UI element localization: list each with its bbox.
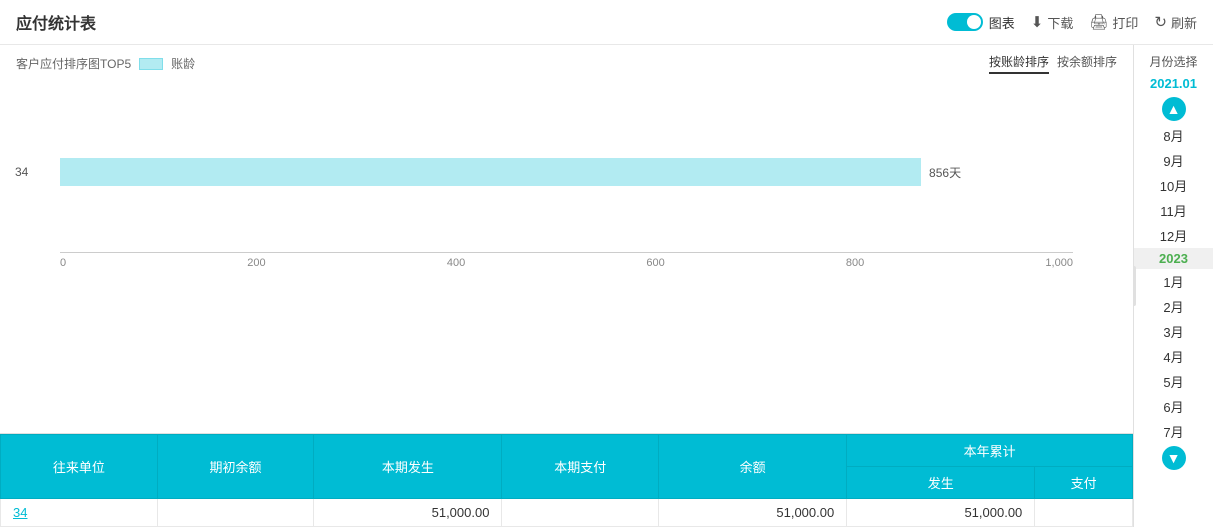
bar-end-label: 856天 bbox=[929, 164, 961, 181]
table-wrapper[interactable]: 往来单位 期初余额 本期发生 本期支付 余额 本年累计 发生 支付 bbox=[0, 434, 1133, 527]
sidebar-current: 2021.01 bbox=[1150, 76, 1197, 91]
sort-by-balance-button[interactable]: 按余额排序 bbox=[1057, 53, 1117, 74]
month-9[interactable]: 9月 bbox=[1134, 148, 1213, 173]
month-5[interactable]: 5月 bbox=[1134, 369, 1213, 394]
toggle-container: 图表 bbox=[947, 13, 1015, 32]
legend-label: 客户应付排序图TOP5 bbox=[16, 55, 131, 72]
x-tick-800: 800 bbox=[846, 257, 864, 269]
cell-pay bbox=[502, 499, 659, 527]
bar-label: 34 bbox=[15, 165, 28, 179]
col-unit: 往来单位 bbox=[1, 435, 158, 499]
nav-up-button[interactable]: ▲ bbox=[1162, 97, 1186, 121]
page-title: 应付统计表 bbox=[16, 10, 96, 34]
month-10[interactable]: 10月 bbox=[1134, 173, 1213, 198]
month-3[interactable]: 3月 bbox=[1134, 319, 1213, 344]
month-6[interactable]: 6月 bbox=[1134, 394, 1213, 419]
toggle-label: 图表 bbox=[989, 13, 1015, 32]
legend-box-label: 账龄 bbox=[171, 55, 195, 72]
col-opening: 期初余额 bbox=[157, 435, 314, 499]
cell-opening bbox=[157, 499, 314, 527]
x-tick-0: 0 bbox=[60, 257, 66, 269]
table-row: 34 51,000.00 51,000.00 51,000.00 bbox=[1, 499, 1133, 527]
chart-legend: 客户应付排序图TOP5 账龄 bbox=[16, 55, 195, 72]
page: 应付统计表 图表 ⬇ 下载 🖨 打印 ↻ 刷新 bbox=[0, 0, 1213, 527]
month-12[interactable]: 12月 bbox=[1134, 223, 1213, 248]
sort-by-amount-button[interactable]: 按账龄排序 bbox=[989, 53, 1049, 74]
cell-unit[interactable]: 34 bbox=[1, 499, 158, 527]
legend-box bbox=[139, 58, 163, 70]
chart-header: 客户应付排序图TOP5 账龄 按账龄排序 按余额排序 bbox=[0, 45, 1133, 82]
header: 应付统计表 图表 ⬇ 下载 🖨 打印 ↻ 刷新 bbox=[0, 0, 1213, 45]
month-8[interactable]: 8月 bbox=[1134, 123, 1213, 148]
sidebar-title: 月份选择 bbox=[1149, 53, 1197, 70]
col-balance: 余额 bbox=[659, 435, 847, 499]
cell-balance: 51,000.00 bbox=[659, 499, 847, 527]
header-actions: 图表 ⬇ 下载 🖨 打印 ↻ 刷新 bbox=[947, 13, 1197, 32]
cell-year-occur: 51,000.00 bbox=[847, 499, 1035, 527]
main-content: 客户应付排序图TOP5 账龄 按账龄排序 按余额排序 34 bbox=[0, 45, 1213, 527]
print-icon: 🖨 bbox=[1089, 13, 1108, 31]
sidebar: ▶ 月份选择 2021.01 ▲ 8月 9月 10月 11月 12月 2023 … bbox=[1133, 45, 1213, 527]
refresh-button[interactable]: ↻ 刷新 bbox=[1154, 13, 1197, 32]
col-year-pay: 支付 bbox=[1035, 467, 1133, 499]
x-tick-400: 400 bbox=[447, 257, 465, 269]
cell-year-pay bbox=[1035, 499, 1133, 527]
bar bbox=[60, 158, 921, 186]
print-button[interactable]: 🖨 打印 bbox=[1089, 13, 1138, 32]
sidebar-collapse-button[interactable]: ▶ bbox=[1133, 266, 1136, 306]
month-7[interactable]: 7月 bbox=[1134, 419, 1213, 444]
month-4[interactable]: 4月 bbox=[1134, 344, 1213, 369]
x-axis: 0 200 400 600 800 1,000 bbox=[60, 252, 1073, 269]
col-year-occur: 发生 bbox=[847, 467, 1035, 499]
refresh-icon: ↻ bbox=[1154, 13, 1167, 31]
col-year-group: 本年累计 bbox=[847, 435, 1133, 467]
x-tick-200: 200 bbox=[247, 257, 265, 269]
month-1[interactable]: 1月 bbox=[1134, 269, 1213, 294]
download-button[interactable]: ⬇ 下载 bbox=[1031, 13, 1074, 32]
chart-sort: 按账龄排序 按余额排序 bbox=[989, 53, 1117, 74]
download-icon: ⬇ bbox=[1031, 13, 1044, 31]
chart-area: 34 856天 0 200 400 600 800 1,000 bbox=[0, 82, 1133, 433]
chart-toggle[interactable] bbox=[947, 13, 983, 31]
nav-down-button[interactable]: ▼ bbox=[1162, 446, 1186, 470]
sidebar-nav: ▲ 8月 9月 10月 11月 12月 2023 1月 2月 3月 4月 5月 … bbox=[1134, 95, 1213, 472]
col-occur: 本期发生 bbox=[314, 435, 502, 499]
cell-occur: 51,000.00 bbox=[314, 499, 502, 527]
table-section: 往来单位 期初余额 本期发生 本期支付 余额 本年累计 发生 支付 bbox=[0, 433, 1133, 527]
year-marker: 2023 bbox=[1134, 248, 1213, 269]
x-tick-600: 600 bbox=[646, 257, 664, 269]
data-table: 往来单位 期初余额 本期发生 本期支付 余额 本年累计 发生 支付 bbox=[0, 434, 1133, 527]
month-list: 8月 9月 10月 11月 12月 2023 1月 2月 3月 4月 5月 6月… bbox=[1134, 123, 1213, 444]
x-tick-1000: 1,000 bbox=[1045, 257, 1073, 269]
chart-section: 客户应付排序图TOP5 账龄 按账龄排序 按余额排序 34 bbox=[0, 45, 1133, 527]
month-2[interactable]: 2月 bbox=[1134, 294, 1213, 319]
month-11[interactable]: 11月 bbox=[1134, 198, 1213, 223]
col-pay: 本期支付 bbox=[502, 435, 659, 499]
